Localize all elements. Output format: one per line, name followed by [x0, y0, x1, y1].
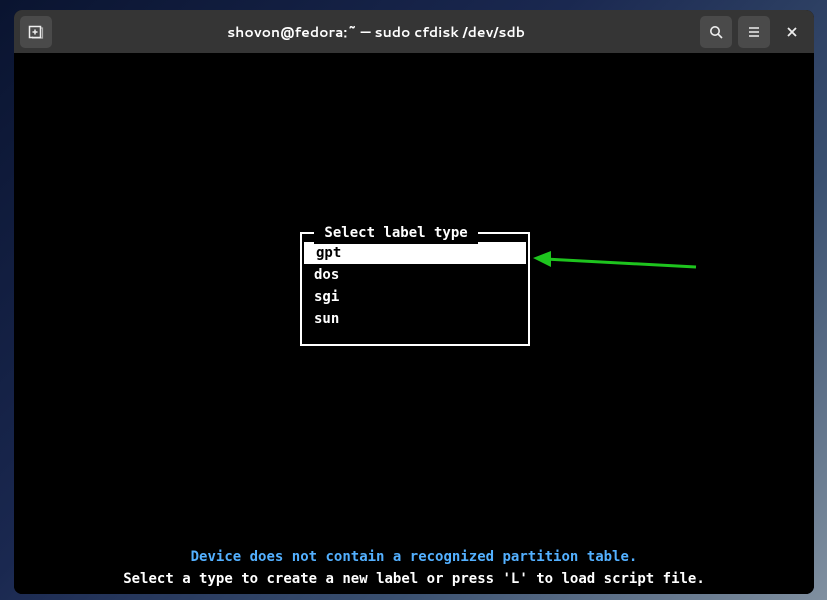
search-button[interactable]	[700, 16, 732, 48]
close-icon	[784, 24, 800, 40]
status-area: Device does not contain a recognized par…	[14, 546, 814, 590]
close-button[interactable]	[776, 16, 808, 48]
label-option-dos[interactable]: dos	[302, 264, 528, 286]
new-tab-button[interactable]	[20, 16, 52, 48]
label-option-sgi[interactable]: sgi	[302, 286, 528, 308]
label-option-sun[interactable]: sun	[302, 308, 528, 330]
search-icon	[708, 24, 724, 40]
titlebar: shovon@fedora:~ — sudo cfdisk /dev/sdb	[14, 10, 814, 53]
dialog-title: Select label type	[314, 222, 478, 244]
terminal-content[interactable]: Select label type gpt dos sgi sun Device…	[14, 53, 814, 594]
label-type-dialog: Select label type gpt dos sgi sun	[300, 232, 530, 346]
annotation-arrow	[531, 245, 701, 275]
status-instruction: Select a type to create a new label or p…	[14, 568, 814, 590]
terminal-window: shovon@fedora:~ — sudo cfdisk /dev/sdb	[14, 10, 814, 594]
label-option-gpt[interactable]: gpt	[304, 242, 526, 264]
status-warning: Device does not contain a recognized par…	[14, 546, 814, 568]
new-tab-icon	[28, 24, 44, 40]
window-title: shovon@fedora:~ — sudo cfdisk /dev/sdb	[58, 22, 694, 42]
hamburger-icon	[746, 24, 762, 40]
menu-button[interactable]	[738, 16, 770, 48]
